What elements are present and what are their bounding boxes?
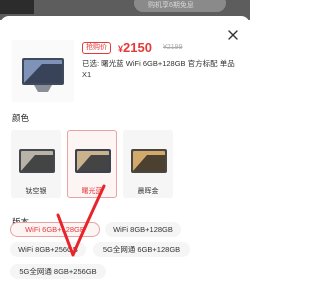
background-product-thumbnail xyxy=(0,0,34,14)
close-icon[interactable] xyxy=(226,28,240,42)
color-option-morning-gold[interactable]: 晨晖金 xyxy=(123,130,173,198)
original-price: ¥2199 xyxy=(163,44,183,51)
flash-price-tag: 抢购价 xyxy=(82,42,111,54)
tablet-blue-image xyxy=(75,149,111,173)
current-price: ¥2150 xyxy=(118,39,152,57)
color-option-label: 钛空银 xyxy=(25,188,47,195)
color-section-title: 颜色 xyxy=(12,113,30,123)
color-option-label: 晨晖金 xyxy=(137,188,159,195)
product-image xyxy=(12,40,74,102)
color-option-dawn-blue[interactable]: 曙光蓝 xyxy=(67,130,117,198)
version-option-wifi-8-128[interactable]: WiFi 8GB+128GB xyxy=(105,222,181,237)
selected-spec-summary: 已选: 曙光蓝 WiFi 6GB+128GB 官方标配 单品X1 xyxy=(82,59,235,79)
spec-selection-sheet: 抢购价 ¥2150 ¥2199 已选: 曙光蓝 WiFi 6GB+128GB 官… xyxy=(0,16,250,297)
version-option-5g-6-128[interactable]: 5G全网通 6GB+128GB xyxy=(93,242,190,257)
version-option-wifi-8-256[interactable]: WiFi 8GB+256GB xyxy=(10,242,86,257)
price-value: 2150 xyxy=(123,40,152,55)
background-banner: 购机享6期免息 xyxy=(134,0,226,12)
version-option-5g-8-256[interactable]: 5G全网通 8GB+256GB xyxy=(10,264,106,279)
tablet-silver-image xyxy=(19,149,55,173)
tablet-gold-image xyxy=(131,149,167,173)
color-option-titanium-silver[interactable]: 钛空银 xyxy=(11,130,61,198)
version-option-wifi-6-128[interactable]: WiFi 6GB+128GB xyxy=(10,222,100,237)
color-option-label: 曙光蓝 xyxy=(81,188,103,195)
